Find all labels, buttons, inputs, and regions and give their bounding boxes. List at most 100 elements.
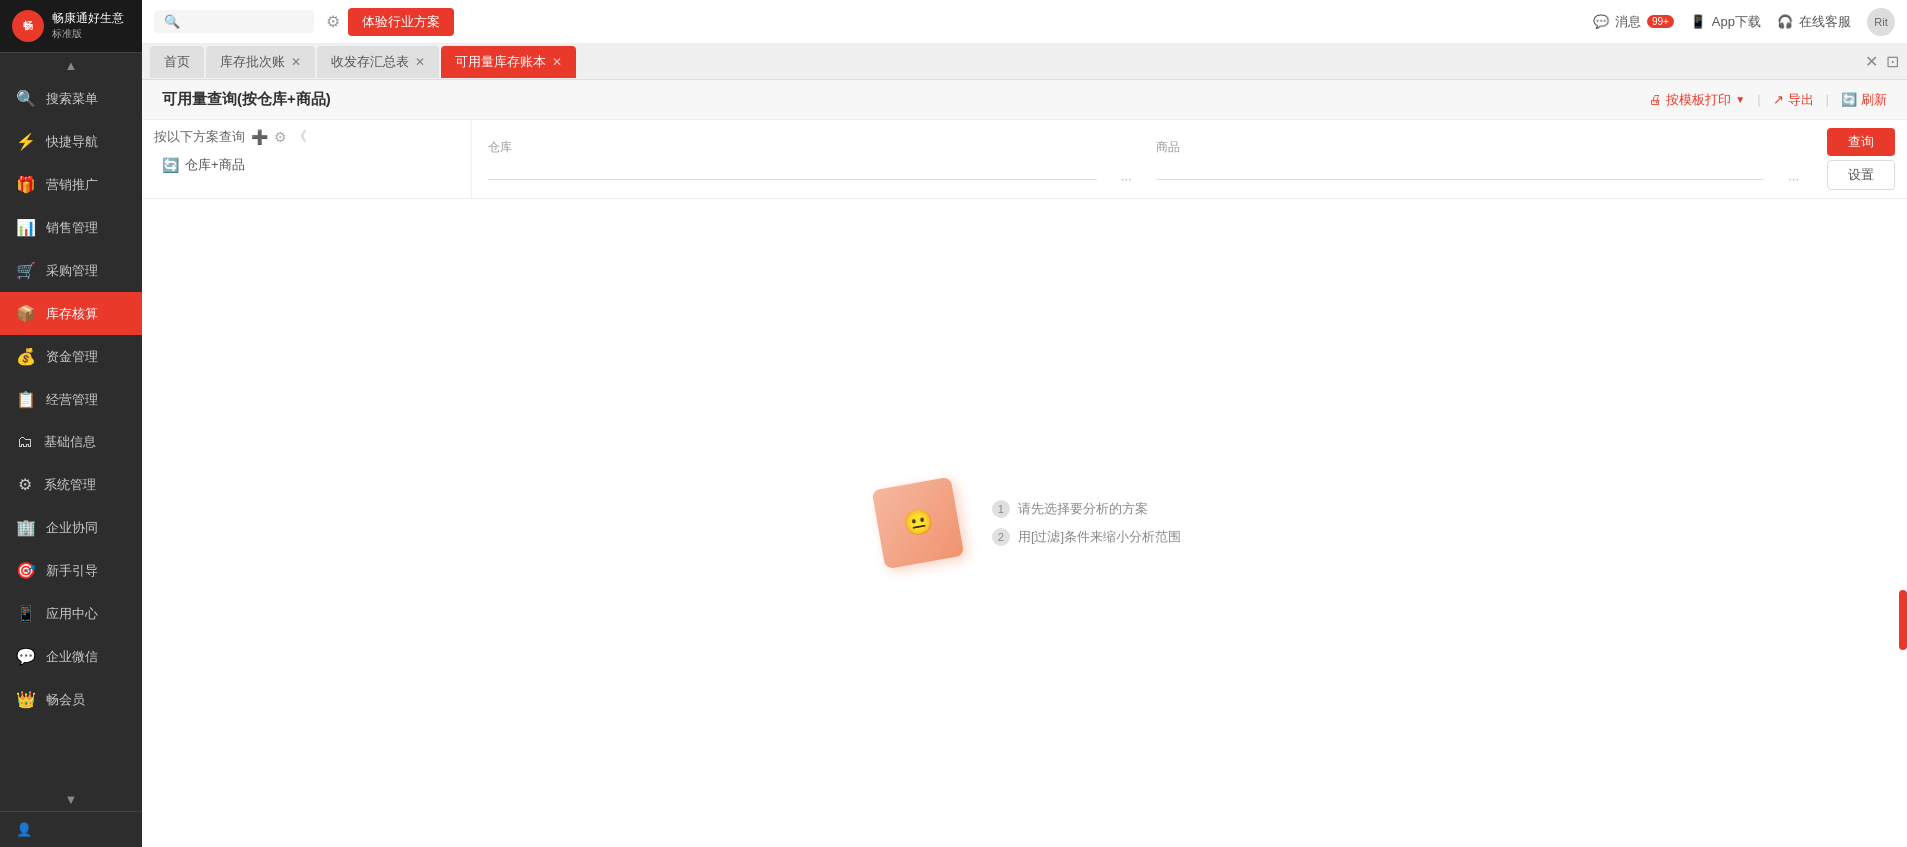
sidebar-item-inventory[interactable]: 📦库存核算 [0,292,142,335]
sidebar: 畅 畅康通好生意 标准版 ▲ 🔍搜索菜单 ⚡ 快捷导航 🎁营销推广 📊 销售管理 🛒采购管理… [0,0,142,847]
shortcut-icon: ⚡ [16,132,36,151]
system-icon: ⚙ [16,475,34,494]
message-btn[interactable]: 💬 消息 99+ [1593,13,1674,31]
warehouse-input[interactable] [488,158,1097,180]
message-icon: 💬 [1593,14,1609,29]
scheme-refresh-icon: 🔄 [162,157,179,173]
wechat-icon: 💬 [16,647,36,666]
print-btn[interactable]: 🖨 按模板打印 ▼ [1649,91,1745,109]
tab-label-home: 首页 [164,53,190,71]
topbar: 🔍 ⚙ 体验行业方案 💬 消息 99+ 📱 App下载 🎧 在线客服 Rit [142,0,1907,44]
product-label: 商品 [1156,139,1765,156]
marketing-icon: 🎁 [16,175,36,194]
scheme-item-warehouse-product[interactable]: 🔄 仓库+商品 [154,152,459,178]
sidebar-item-label-newbie: 新手引导 [46,562,98,580]
query-btn[interactable]: 查询 [1827,128,1895,156]
industry-btn[interactable]: 体验行业方案 [348,8,454,36]
hint-text-2: 用[过滤]条件来缩小分析范围 [1018,528,1181,546]
sidebar-title: 畅康通好生意 [52,11,124,27]
product-field: 商品 [1156,139,1765,180]
sidebar-item-label-finance: 资金管理 [46,348,98,366]
tab-close-summary[interactable]: ✕ [415,55,425,69]
right-scrollbar[interactable] [1899,590,1907,650]
sidebar-item-label-sales: 销售管理 [46,219,98,237]
sidebar-item-enterprise[interactable]: 🏢企业协同 [0,506,142,549]
sidebar-item-newbie[interactable]: 🎯 新手引导 [0,549,142,592]
sidebar-item-shortcut[interactable]: ⚡ 快捷导航 [0,120,142,163]
app-download-btn[interactable]: 📱 App下载 [1690,13,1761,31]
sidebar-item-appstore[interactable]: 📱应用中心 [0,592,142,635]
sidebar-item-operations[interactable]: 📋经营管理 [0,378,142,421]
sidebar-item-label-system: 系统管理 [44,476,96,494]
query-panel: 按以下方案查询 ➕ ⚙ 《 🔄 仓库+商品 仓库 ··· 商品 [142,120,1907,199]
print-dropdown-icon[interactable]: ▼ [1735,94,1745,105]
page-header-actions: 🖨 按模板打印 ▼ | ↗ 导出 | 🔄 刷新 [1649,91,1887,109]
close-tab-icon[interactable]: ✕ [1865,52,1878,71]
tab-close-batch[interactable]: ✕ [291,55,301,69]
sidebar-nav: 🔍搜索菜单 ⚡ 快捷导航 🎁营销推广 📊 销售管理 🛒采购管理📦库存核算💰资金管理📋经营管理… [0,77,142,787]
user-avatar-icon: 👤 [16,822,32,837]
app-icon: 📱 [1690,14,1706,29]
newbie-icon: 🎯 [16,561,36,580]
sidebar-item-finance[interactable]: 💰资金管理 [0,335,142,378]
tab-summary[interactable]: 收发存汇总表✕ [317,46,439,78]
page-content: 可用量查询(按仓库+商品) 🖨 按模板打印 ▼ | ↗ 导出 | 🔄 刷新 [142,80,1907,847]
empty-hint-1: 1 请先选择要分析的方案 [992,500,1181,518]
sidebar-user-settings[interactable]: 👤 [0,811,142,847]
tab-available[interactable]: 可用量库存账本✕ [441,46,576,78]
appstore-icon: 📱 [16,604,36,623]
warehouse-more-btn[interactable]: ··· [1121,171,1132,186]
query-fields-area: 仓库 ··· 商品 ··· [472,120,1815,198]
tab-close-available[interactable]: ✕ [552,55,562,69]
collapse-scheme-btn[interactable]: 《 [293,128,307,146]
online-service-btn[interactable]: 🎧 在线客服 [1777,13,1851,31]
sales-icon: 📊 [16,218,36,237]
search-icon: 🔍 [16,89,36,108]
settings-icon[interactable]: ⚙ [326,12,340,31]
sidebar-item-label-enterprise: 企业协同 [46,519,98,537]
scheme-header-label: 按以下方案查询 [154,128,245,146]
topbar-right: 💬 消息 99+ 📱 App下载 🎧 在线客服 Rit [1593,8,1895,36]
empty-hint-2: 2 用[过滤]条件来缩小分析范围 [992,528,1181,546]
hint-num-2: 2 [992,528,1010,546]
operations-icon: 📋 [16,390,36,409]
tabs-right-actions: ✕ ⊡ [1865,52,1899,71]
warehouse-label: 仓库 [488,139,1097,156]
sidebar-logo: 畅 [12,10,44,42]
empty-box: 😐 [872,477,965,570]
sidebar-item-member[interactable]: 👑畅会员 [0,678,142,721]
sidebar-subtitle: 标准版 [52,27,124,41]
product-input[interactable] [1156,158,1765,180]
sidebar-scroll-down[interactable]: ▼ [0,787,142,811]
export-btn[interactable]: ↗ 导出 [1773,91,1814,109]
sidebar-item-system[interactable]: ⚙ 系统管理 [0,463,142,506]
sidebar-item-label-shortcut: 快捷导航 [46,133,98,151]
add-scheme-btn[interactable]: ➕ [251,129,268,145]
user-avatar[interactable]: Rit [1867,8,1895,36]
sidebar-scroll-up[interactable]: ▲ [0,53,142,77]
tab-label-batch: 库存批次账 [220,53,285,71]
message-badge: 99+ [1647,15,1674,28]
sidebar-item-wechat[interactable]: 💬 企业微信 [0,635,142,678]
sidebar-item-sales[interactable]: 📊 销售管理 [0,206,142,249]
empty-state: 😐 1 请先选择要分析的方案 2 用[过滤]条件来缩小分析范围 [142,199,1907,847]
sidebar-item-marketing[interactable]: 🎁营销推广 [0,163,142,206]
query-scheme-panel: 按以下方案查询 ➕ ⚙ 《 🔄 仓库+商品 [142,120,472,198]
page-title: 可用量查询(按仓库+商品) [162,90,331,109]
tabs-bar: 首页库存批次账✕收发存汇总表✕可用量库存账本✕ ✕ ⊡ [142,44,1907,80]
edit-scheme-btn[interactable]: ⚙ [274,129,287,145]
refresh-btn[interactable]: 🔄 刷新 [1841,91,1887,109]
tab-batch[interactable]: 库存批次账 ✕ [206,46,315,78]
settings-query-btn[interactable]: 设置 [1827,160,1895,190]
sidebar-item-label-wechat: 企业微信 [46,648,98,666]
inventory-icon: 📦 [16,304,36,323]
sidebar-item-search[interactable]: 🔍搜索菜单 [0,77,142,120]
sidebar-item-basic[interactable]: 🗂基础信息 [0,421,142,463]
maximize-tab-icon[interactable]: ⊡ [1886,52,1899,71]
page-header: 可用量查询(按仓库+商品) 🖨 按模板打印 ▼ | ↗ 导出 | 🔄 刷新 [142,80,1907,120]
sidebar-item-label-member: 畅会员 [46,691,85,709]
tab-home[interactable]: 首页 [150,46,204,78]
search-input[interactable] [186,15,296,29]
sidebar-item-purchase[interactable]: 🛒采购管理 [0,249,142,292]
product-more-btn[interactable]: ··· [1788,171,1799,186]
